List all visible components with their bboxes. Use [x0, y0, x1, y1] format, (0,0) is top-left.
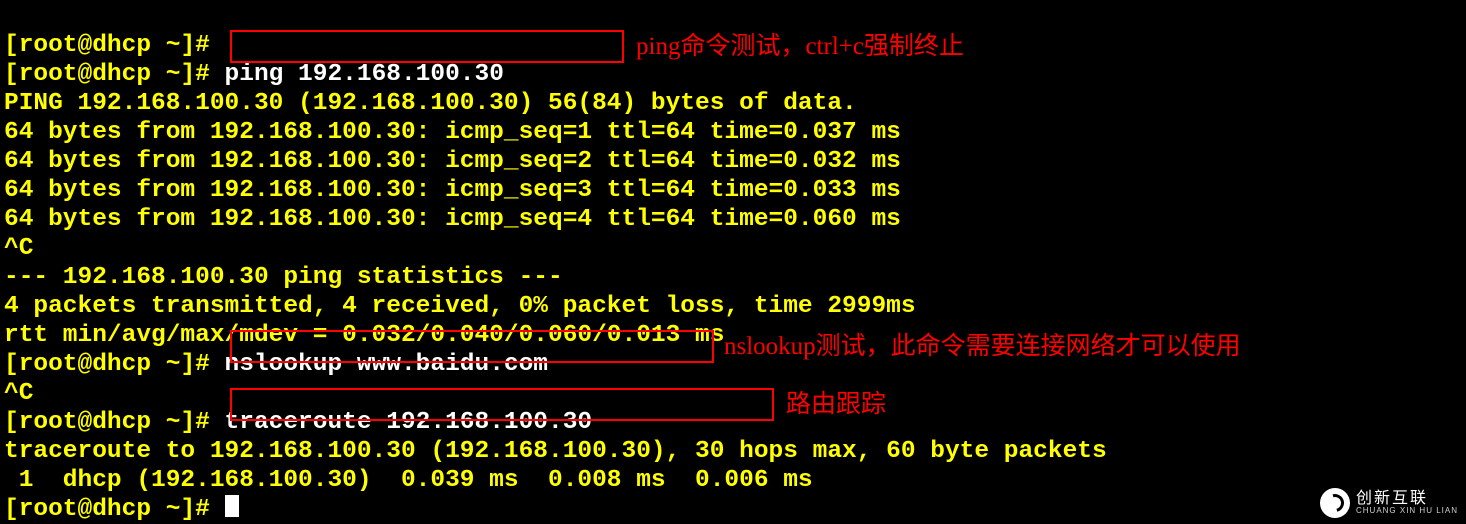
prompt-line: [root@dhcp ~]# — [4, 409, 225, 436]
prompt-line: [root@dhcp ~]# — [4, 351, 225, 378]
traceroute-hop: 1 dhcp (192.168.100.30) 0.039 ms 0.008 m… — [4, 467, 813, 494]
ping-stats-line: 4 packets transmitted, 4 received, 0% pa… — [4, 293, 916, 320]
annotation-nslookup: nslookup测试，此命令需要连接网络才可以使用 — [724, 332, 1241, 361]
annotation-traceroute: 路由跟踪 — [786, 390, 886, 419]
ping-reply: 64 bytes from 192.168.100.30: icmp_seq=4… — [4, 206, 901, 233]
command-ping: ping 192.168.100.30 — [225, 61, 504, 88]
interrupt-text: ^C — [4, 235, 33, 262]
watermark-logo: 创新互联 CHUANG XIN HU LIAN — [1320, 488, 1458, 518]
watermark-logo-text-cn: 创新互联 — [1356, 491, 1458, 507]
prompt-line: [root@dhcp ~]# — [4, 61, 225, 88]
traceroute-header: traceroute to 192.168.100.30 (192.168.10… — [4, 438, 1107, 465]
ping-header: PING 192.168.100.30 (192.168.100.30) 56(… — [4, 90, 857, 117]
ping-stats-line: rtt min/avg/max/mdev = 0.032/0.040/0.060… — [4, 322, 724, 349]
ping-reply: 64 bytes from 192.168.100.30: icmp_seq=3… — [4, 177, 901, 204]
ping-stats-hdr: --- 192.168.100.30 ping statistics --- — [4, 264, 563, 291]
interrupt-text: ^C — [4, 380, 33, 407]
ping-reply: 64 bytes from 192.168.100.30: icmp_seq=2… — [4, 148, 901, 175]
prompt-line: [root@dhcp ~]# — [4, 496, 225, 523]
cursor[interactable] — [225, 495, 239, 517]
command-traceroute: traceroute 192.168.100.30 — [225, 409, 593, 436]
annotation-ping: ping命令测试，ctrl+c强制终止 — [636, 32, 964, 61]
prompt-line: [root@dhcp ~]# — [4, 32, 225, 59]
watermark-logo-icon — [1320, 488, 1350, 518]
ping-reply: 64 bytes from 192.168.100.30: icmp_seq=1… — [4, 119, 901, 146]
command-nslookup: nslookup www.baidu.com — [225, 351, 548, 378]
terminal-window[interactable]: [root@dhcp ~]# [root@dhcp ~]# ping 192.1… — [0, 0, 1466, 524]
watermark-logo-text-py: CHUANG XIN HU LIAN — [1356, 507, 1458, 515]
